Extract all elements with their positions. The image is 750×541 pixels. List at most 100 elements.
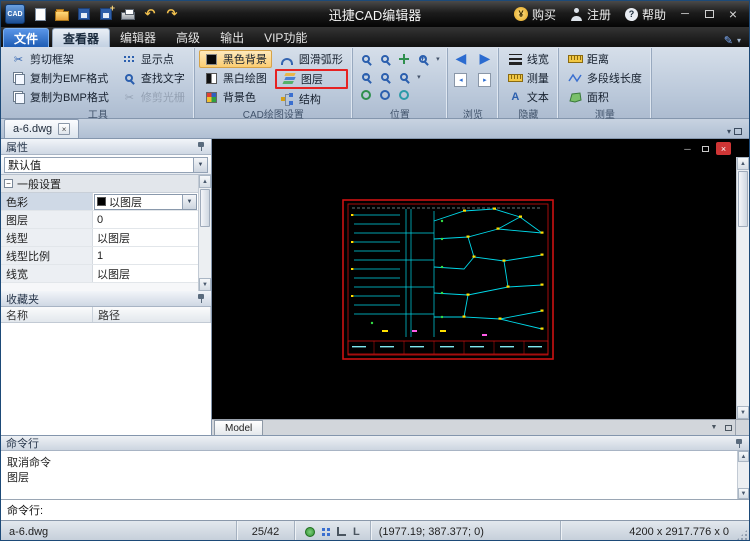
tab-list-dropdown[interactable]: ▾ [727,127,731,136]
favorites-col-path[interactable]: 路径 [93,307,211,322]
zoom-in-button[interactable] [414,50,432,67]
scroll-up-icon[interactable]: ▲ [737,157,749,170]
smooth-arc-button[interactable]: 圆滑弧形 [275,50,348,68]
save-as-button[interactable] [95,3,117,25]
tab-viewer[interactable]: 查看器 [52,28,110,47]
lineweight-toggle-button[interactable]: 线宽 [503,50,554,68]
help-button[interactable]: ? 帮助 [618,6,673,23]
chevron-down-icon[interactable]: ▼ [193,158,207,172]
free-orbit-button[interactable] [376,86,394,103]
area-button[interactable]: 面积 [563,88,647,106]
scroll-down-icon[interactable]: ▼ [737,406,749,419]
tab-vip[interactable]: VIP功能 [254,28,317,47]
close-document-icon[interactable]: × [58,123,70,135]
property-row-layer[interactable]: 图层 0 [1,211,198,229]
print-button[interactable] [117,3,139,25]
maximize-button[interactable] [697,5,721,24]
status-grid-icon[interactable] [322,528,325,531]
property-group-general[interactable]: − 一般设置 [1,175,198,193]
chevron-down-icon[interactable]: ▼ [182,195,196,209]
scroll-up-icon[interactable]: ▲ [199,175,211,188]
property-row-linetype-scale[interactable]: 线型比例 1 [1,247,198,265]
continuous-orbit-button[interactable] [395,86,413,103]
minimize-button[interactable]: ─ [673,5,697,24]
child-close-button[interactable]: × [716,142,731,155]
document-tab-active[interactable]: a-6.dwg × [4,119,79,138]
distance-button[interactable]: 距离 [563,50,647,68]
child-restore-button[interactable] [698,142,713,155]
pin-icon[interactable] [196,293,206,304]
layer-button[interactable]: 图层 [277,71,328,87]
scrollbar-thumb[interactable] [738,171,748,227]
scroll-up-icon[interactable]: ▲ [738,451,749,462]
background-color-button[interactable]: 背景色 [199,88,272,106]
pin-icon[interactable] [734,438,744,449]
favorites-list[interactable] [1,323,211,435]
property-value[interactable]: 以图层 [93,229,198,246]
scrollbar-thumb[interactable] [200,189,210,227]
polyline-length-button[interactable]: 多段线长度 [563,69,647,87]
status-ortho-icon[interactable] [337,527,346,536]
favorites-col-name[interactable]: 名称 [1,307,93,322]
ribbon-options-dropdown[interactable]: ▾ [737,36,741,45]
undo-button[interactable]: ↶ [139,3,161,25]
property-value[interactable]: 以图层 [93,265,198,282]
new-file-button[interactable] [29,3,51,25]
canvas-options-icon[interactable] [721,421,735,435]
zoom-window-button[interactable] [357,50,375,67]
preset-combo[interactable]: 默认值 ▼ [4,157,208,173]
status-lineweight-icon[interactable]: L [353,526,360,538]
cut-frame-button[interactable]: ✂ 剪切框架 [6,50,114,68]
open-file-button[interactable] [51,3,73,25]
customize-pencil-icon[interactable]: ✎ [724,34,733,47]
child-minimize-button[interactable]: ─ [680,142,695,155]
scroll-down-icon[interactable]: ▼ [738,488,749,499]
zoom-out-button[interactable] [357,68,375,85]
color-combo[interactable]: 以图层 ▼ [94,194,197,210]
collapse-icon[interactable]: − [4,179,13,188]
property-value[interactable]: 1 [93,247,198,264]
trim-raster-button[interactable]: ✂ 修剪光栅 [117,88,190,106]
measure-toggle-button[interactable]: 测量 [503,69,554,87]
pan-button[interactable] [395,50,413,67]
zoom-extents-button[interactable] [376,68,394,85]
property-value[interactable]: 0 [93,211,198,228]
command-input[interactable] [47,502,743,518]
property-row-color[interactable]: 色彩 以图层 ▼ [1,193,198,211]
last-page-button[interactable]: ▸ [476,71,494,88]
next-view-button[interactable]: ▶ [476,50,494,67]
tab-editor[interactable]: 编辑器 [110,28,166,47]
buy-button[interactable]: ¥ 购买 [507,6,563,23]
previous-view-button[interactable]: ◀ [452,50,470,67]
close-button[interactable]: × [721,5,745,24]
redo-button[interactable]: ↷ [161,3,183,25]
black-white-drawing-button[interactable]: 黑白绘图 [199,69,272,87]
show-point-button[interactable]: 显示点 [117,50,190,68]
copy-bmp-button[interactable]: 复制为BMP格式 [6,88,114,106]
property-row-linetype[interactable]: 线型 以图层 [1,229,198,247]
canvas-vertical-scrollbar[interactable]: ▲ ▼ [736,157,749,419]
first-page-button[interactable]: ◂ [452,71,470,88]
zoom-dynamic-button[interactable] [376,50,394,67]
model-tab[interactable]: Model [214,420,263,435]
save-button[interactable] [73,3,95,25]
layout-dropdown-icon[interactable]: ▼ [707,421,721,435]
scroll-down-icon[interactable]: ▼ [199,278,211,291]
status-snap-icon[interactable] [305,527,315,537]
properties-scrollbar[interactable]: ▲ ▼ [198,175,211,291]
property-row-lineweight[interactable]: 线宽 以图层 [1,265,198,283]
register-button[interactable]: 注册 [563,6,618,23]
orbit-button[interactable] [357,86,375,103]
tab-file[interactable]: 文件 [3,28,49,47]
zoom-dropdown[interactable]: ▾ [433,55,443,63]
black-background-button[interactable]: 黑色背景 [199,50,272,68]
drawing-canvas[interactable]: ─ × [212,139,749,435]
tab-window-icon[interactable] [734,128,742,135]
copy-emf-button[interactable]: 复制为EMF格式 [6,69,114,87]
find-text-button[interactable]: 查找文字 [117,69,190,87]
zoom-previous-button[interactable] [395,68,413,85]
pin-icon[interactable] [196,141,206,152]
tab-output[interactable]: 输出 [210,28,254,47]
tab-advanced[interactable]: 高级 [166,28,210,47]
command-history[interactable]: 取消命令 图层 [1,451,749,499]
